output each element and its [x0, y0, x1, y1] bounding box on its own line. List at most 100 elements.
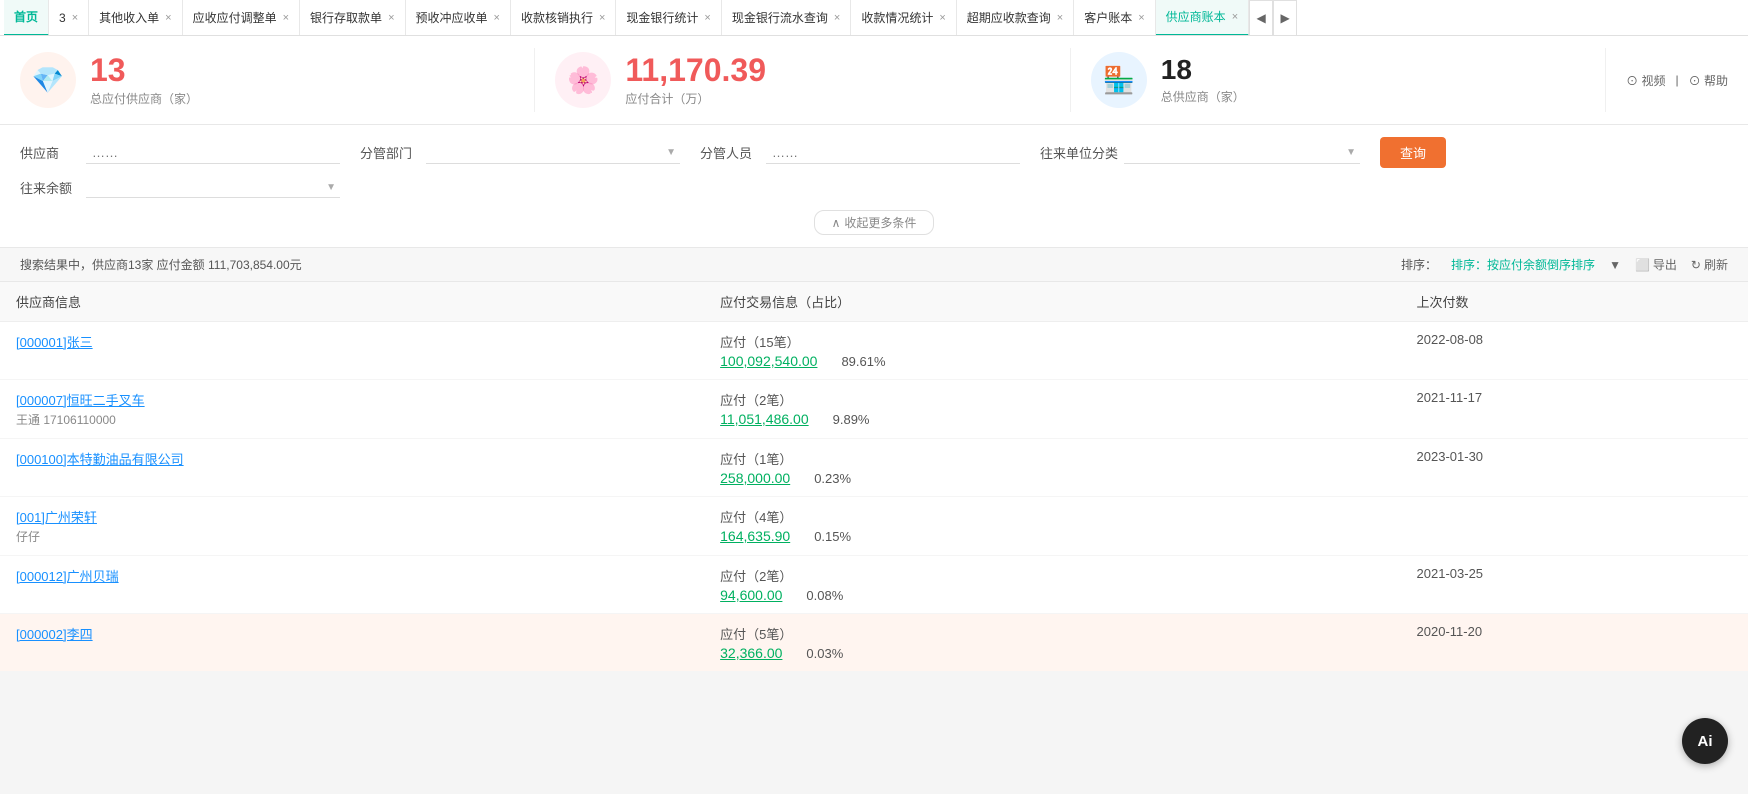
th-supplier-info: 供应商信息: [0, 282, 704, 322]
payable-pct: 0.23%: [814, 471, 851, 486]
nav-tab-customer-ledger[interactable]: 客户账本 ×: [1074, 0, 1155, 36]
close-tab-overdue-ar-icon[interactable]: ×: [1057, 12, 1063, 24]
payable-info-cell: 应付（5笔） 32,366.00 0.03%: [704, 614, 1400, 672]
close-tab-bank-deposit-icon[interactable]: ×: [388, 12, 394, 24]
nav-tab-receipt-stat[interactable]: 收款情况统计 ×: [851, 0, 956, 36]
collapse-button[interactable]: ∧ 收起更多条件: [814, 210, 934, 235]
nav-tab-cash-bank-stat-label: 现金银行统计: [626, 9, 698, 26]
filter-row-1: 供应商 分管部门 ▼ 分管人员 往来单位分类 ▼ 查询: [20, 137, 1728, 168]
result-bar: 搜索结果中，供应商13家 应付金额 111,703,854.00元 排序： 排序…: [0, 248, 1748, 282]
nav-scroll-left-btn[interactable]: ◀: [1249, 0, 1273, 36]
payable-amount[interactable]: 100,092,540.00: [720, 353, 817, 369]
collapse-button-label: 收起更多条件: [844, 214, 916, 231]
payable-info-cell: 应付（4笔） 164,635.90 0.15%: [704, 497, 1400, 556]
close-tab-3-icon[interactable]: ×: [72, 12, 78, 24]
summary-number-suppliers: 13: [90, 53, 198, 88]
query-button[interactable]: 查询: [1380, 137, 1446, 168]
sort-label: 排序：: [1401, 256, 1437, 273]
help-link[interactable]: ⊙ 帮助: [1689, 72, 1728, 89]
close-tab-ar-ap-adjust-icon[interactable]: ×: [283, 12, 289, 24]
filter-supplier-input[interactable]: [86, 142, 340, 164]
filter-balance-select[interactable]: [86, 176, 340, 198]
payable-amount[interactable]: 11,051,486.00: [720, 411, 809, 427]
filter-person-input[interactable]: [766, 142, 1020, 164]
filter-dept-label: 分管部门: [360, 143, 420, 162]
supplier-link[interactable]: [000002]李四: [16, 627, 93, 642]
filter-row-2: 往来余额 ▼: [20, 176, 1728, 198]
sep: |: [1676, 73, 1679, 87]
close-tab-other-income-icon[interactable]: ×: [165, 12, 171, 24]
nav-tab-receipt-verify[interactable]: 收款核销执行 ×: [511, 0, 616, 36]
video-link[interactable]: ⊙ 视频: [1626, 72, 1665, 89]
payable-info-cell: 应付（2笔） 94,600.00 0.08%: [704, 556, 1400, 614]
nav-scroll-right-btn[interactable]: ▶: [1273, 0, 1297, 36]
nav-tab-3[interactable]: 3 ×: [49, 0, 89, 36]
top-right-links: ⊙ 视频 | ⊙ 帮助: [1626, 72, 1728, 89]
nav-tab-other-income-label: 其他收入单: [99, 9, 159, 26]
nav-tab-other-income[interactable]: 其他收入单 ×: [89, 0, 182, 36]
filter-bar: 供应商 分管部门 ▼ 分管人员 往来单位分类 ▼ 查询 往来余额: [0, 125, 1748, 248]
payable-amount[interactable]: 32,366.00: [720, 645, 782, 661]
close-tab-receipt-verify-icon[interactable]: ×: [599, 12, 605, 24]
summary-info-suppliers: 13 总应付供应商（家）: [90, 53, 198, 107]
close-tab-receipt-stat-icon[interactable]: ×: [939, 12, 945, 24]
export-button[interactable]: ⬜ 导出: [1635, 256, 1677, 273]
filter-item-balance: 往来余额 ▼: [20, 176, 340, 198]
nav-tab-advance-ar[interactable]: 预收冲应收单 ×: [406, 0, 511, 36]
nav-tab-cash-flow-query-label: 现金银行流水查询: [732, 9, 828, 26]
summary-card-total-suppliers: 🏪 18 总供应商（家）: [1091, 48, 1606, 112]
supplier-link[interactable]: [000001]张三: [16, 335, 93, 350]
close-tab-supplier-ledger-icon[interactable]: ×: [1232, 11, 1238, 23]
nav-tab-ar-ap-adjust[interactable]: 应收应付调整单 ×: [183, 0, 300, 36]
refresh-icon: ↻: [1691, 258, 1701, 272]
nav-tab-supplier-ledger[interactable]: 供应商账本 ×: [1156, 0, 1249, 36]
nav-tab-cash-bank-stat[interactable]: 现金银行统计 ×: [616, 0, 721, 36]
payable-amount[interactable]: 164,635.90: [720, 528, 790, 544]
close-tab-cash-bank-stat-icon[interactable]: ×: [704, 12, 710, 24]
nav-tab-bank-deposit[interactable]: 银行存取款单 ×: [300, 0, 405, 36]
nav-tab-cash-flow-query[interactable]: 现金银行流水查询 ×: [722, 0, 851, 36]
nav-tab-receipt-verify-label: 收款核销执行: [521, 9, 593, 26]
filter-person-label: 分管人员: [700, 143, 760, 162]
supplier-sub: 王通 17106110000: [16, 411, 688, 428]
supplier-info-cell: [000012]广州贝瑞: [0, 556, 704, 614]
summary-bar: 💎 13 总应付供应商（家） 🌸 11,170.39 应付合计（万） 🏪 18 …: [0, 36, 1748, 125]
summary-card-suppliers: 💎 13 总应付供应商（家）: [20, 48, 535, 112]
supplier-link[interactable]: [000007]恒旺二手叉车: [16, 393, 145, 408]
result-info: 搜索结果中，供应商13家 应付金额 111,703,854.00元: [20, 256, 1401, 273]
close-tab-customer-ledger-icon[interactable]: ×: [1138, 12, 1144, 24]
nav-tab-supplier-ledger-label: 供应商账本: [1166, 8, 1226, 25]
supplier-info-cell: [001]广州荣轩仔仔: [0, 497, 704, 556]
filter-item-supplier: 供应商: [20, 142, 340, 164]
supplier-link[interactable]: [000100]本特勤油品有限公司: [16, 452, 184, 467]
supplier-info-cell: [000002]李四: [0, 614, 704, 672]
ai-button[interactable]: Ai: [1682, 718, 1728, 764]
sort-value[interactable]: 排序：按应付余额倒序排序: [1451, 256, 1595, 273]
payable-pct: 0.03%: [806, 646, 843, 661]
top-nav: 首页 3 × 其他收入单 × 应收应付调整单 × 银行存取款单 × 预收冲应收单…: [0, 0, 1748, 36]
nav-tab-overdue-ar-label: 超期应收款查询: [967, 9, 1051, 26]
nav-tab-advance-ar-label: 预收冲应收单: [416, 9, 488, 26]
summary-icon-total-suppliers: 🏪: [1091, 52, 1147, 108]
last-pay-cell: 2022-08-08: [1401, 322, 1748, 380]
filter-dept-select[interactable]: [426, 142, 680, 164]
supplier-info-cell: [000001]张三: [0, 322, 704, 380]
payable-pct: 0.15%: [814, 529, 851, 544]
last-pay-date: 2023-01-30: [1417, 449, 1484, 464]
filter-category-select[interactable]: [1124, 142, 1360, 164]
payable-count: 应付（5笔）: [720, 624, 1384, 643]
payable-info-cell: 应付（1笔） 258,000.00 0.23%: [704, 439, 1400, 497]
payable-amount[interactable]: 258,000.00: [720, 470, 790, 486]
nav-tab-overdue-ar[interactable]: 超期应收款查询 ×: [957, 0, 1074, 36]
nav-tab-customer-ledger-label: 客户账本: [1084, 9, 1132, 26]
nav-tab-home-label: 首页: [14, 8, 38, 25]
supplier-link[interactable]: [000012]广州贝瑞: [16, 569, 119, 584]
close-tab-cash-flow-query-icon[interactable]: ×: [834, 12, 840, 24]
summary-icon-payable: 🌸: [555, 52, 611, 108]
payable-amount[interactable]: 94,600.00: [720, 587, 782, 603]
nav-tab-home[interactable]: 首页: [4, 0, 49, 36]
supplier-link[interactable]: [001]广州荣轩: [16, 510, 97, 525]
refresh-button[interactable]: ↻ 刷新: [1691, 256, 1728, 273]
close-tab-advance-ar-icon[interactable]: ×: [494, 12, 500, 24]
payable-count: 应付（4笔）: [720, 507, 1384, 526]
